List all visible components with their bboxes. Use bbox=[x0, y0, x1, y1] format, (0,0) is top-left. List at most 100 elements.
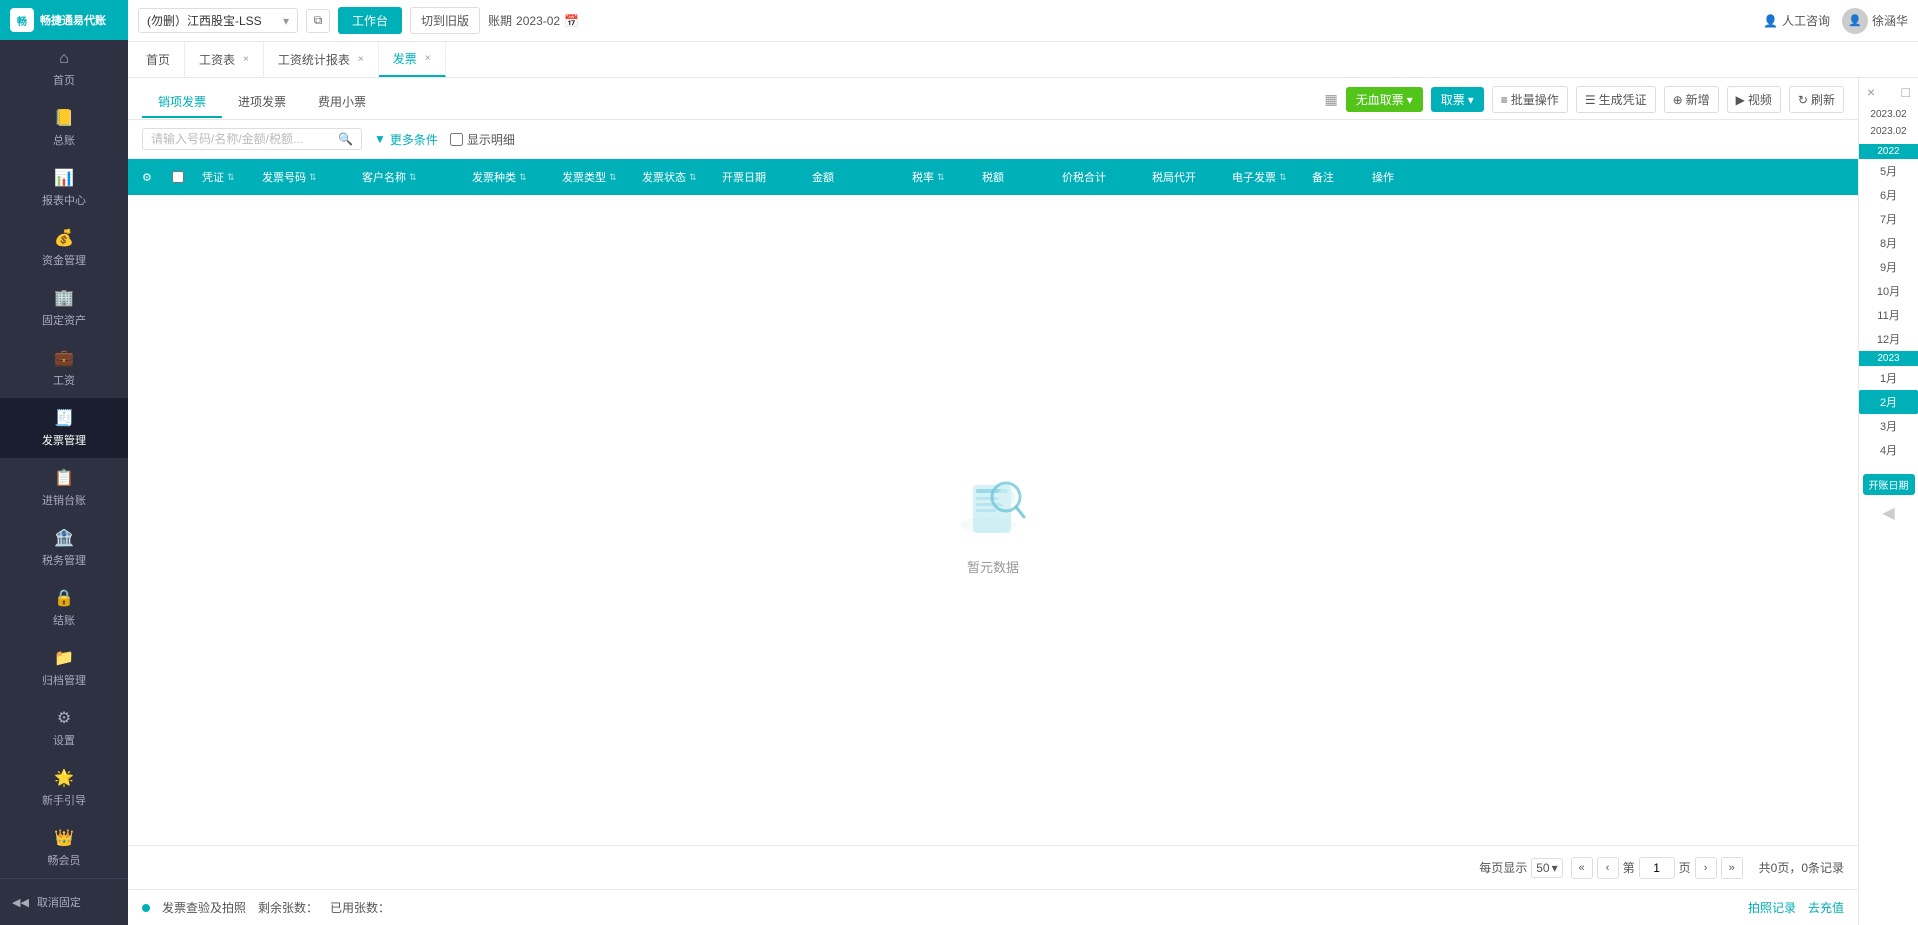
reports-icon: 📊 bbox=[54, 168, 74, 188]
sidebar-item-guide[interactable]: 🌟 新手引导 bbox=[0, 758, 128, 818]
gen-voucher-button[interactable]: ☰ 生成凭证 bbox=[1576, 86, 1656, 113]
sidebar-item-ledger[interactable]: 📒 总账 bbox=[0, 98, 128, 158]
th-open-date: 开票日期 bbox=[716, 169, 806, 185]
user-info[interactable]: 👤 徐涵华 bbox=[1842, 8, 1908, 34]
date-entry-2[interactable]: 2023.02 bbox=[1859, 123, 1918, 140]
sidebar-item-settings[interactable]: ⚙ 设置 bbox=[0, 698, 128, 758]
tab-salary-stat[interactable]: 工资统计报表 × bbox=[264, 42, 379, 77]
th-open-date-label: 开票日期 bbox=[722, 169, 766, 185]
month-2023-4[interactable]: 4月 bbox=[1859, 438, 1918, 462]
panel-nav-icon[interactable]: ◀ bbox=[1882, 503, 1894, 523]
th-tax-rate-sort: ⇅ bbox=[937, 172, 945, 183]
show-detail-input[interactable] bbox=[450, 133, 463, 146]
company-selector[interactable]: (勿删）江西股宝-LSS ▾ bbox=[138, 8, 298, 33]
first-page-button[interactable]: « bbox=[1571, 857, 1593, 879]
sub-tab-sales-label: 销项发票 bbox=[158, 95, 206, 109]
show-detail-checkbox[interactable]: 显示明细 bbox=[450, 131, 515, 148]
switch-button[interactable]: 切到旧版 bbox=[410, 7, 480, 34]
month-2022-9[interactable]: 9月 bbox=[1859, 255, 1918, 279]
copy-button[interactable]: ⧉ bbox=[306, 9, 330, 33]
sidebar-item-assets[interactable]: 🏢 固定资产 bbox=[0, 278, 128, 338]
select-all-checkbox[interactable] bbox=[172, 171, 184, 183]
th-invoice-no-label: 发票号码 bbox=[262, 169, 306, 185]
th-settings[interactable]: ⚙ bbox=[136, 171, 166, 184]
search-input[interactable] bbox=[151, 132, 333, 146]
logo: 畅 畅捷通易代账 bbox=[0, 0, 128, 40]
page-input[interactable] bbox=[1639, 857, 1675, 879]
batch-op-button[interactable]: ≡ 批量操作 bbox=[1492, 86, 1568, 113]
filter-bar: 🔍 ▼ 更多条件 显示明细 bbox=[128, 120, 1858, 159]
recharge-link[interactable]: 去充值 bbox=[1808, 899, 1844, 916]
th-invoice-type-sort: ⇅ bbox=[519, 172, 527, 183]
sidebar-label-ledger: 总账 bbox=[53, 132, 75, 148]
sidebar-item-tax[interactable]: 🏦 税务管理 bbox=[0, 518, 128, 578]
month-2022-8[interactable]: 8月 bbox=[1859, 231, 1918, 255]
date-entry-1[interactable]: 2023.02 bbox=[1859, 106, 1918, 123]
th-tax-rate-label: 税率 bbox=[912, 169, 934, 185]
sidebar-item-sales[interactable]: 📋 进销台账 bbox=[0, 458, 128, 518]
content-area: 销项发票 进项发票 费用小票 ▦ 无血取票 ▾ 取票 ▾ bbox=[128, 78, 1918, 925]
next-page-button[interactable]: › bbox=[1695, 857, 1717, 879]
sidebar-label-home: 首页 bbox=[53, 72, 75, 88]
sidebar-label-member: 畅会员 bbox=[48, 852, 81, 868]
month-2022-10[interactable]: 10月 bbox=[1859, 279, 1918, 303]
support-button[interactable]: 👤 人工咨询 bbox=[1763, 12, 1830, 29]
sub-tab-purchase[interactable]: 进项发票 bbox=[222, 87, 302, 118]
month-2022-11[interactable]: 11月 bbox=[1859, 303, 1918, 327]
th-checkbox[interactable] bbox=[166, 171, 196, 183]
sidebar-item-home[interactable]: ⌂ 首页 bbox=[0, 40, 128, 98]
sidebar-item-archive[interactable]: 📁 归档管理 bbox=[0, 638, 128, 698]
tab-home[interactable]: 首页 bbox=[138, 42, 185, 77]
assets-icon: 🏢 bbox=[54, 288, 74, 308]
th-tax-total-label: 价税合计 bbox=[1062, 169, 1106, 185]
th-customer-sort: ⇅ bbox=[409, 172, 417, 183]
logo-text: 畅捷通易代账 bbox=[40, 12, 106, 28]
last-page-button[interactable]: » bbox=[1721, 857, 1743, 879]
tab-invoice[interactable]: 发票 × bbox=[379, 42, 446, 77]
open-period-button[interactable]: 开账日期 bbox=[1863, 474, 1915, 495]
no-invoice-button[interactable]: 无血取票 ▾ bbox=[1346, 87, 1423, 112]
tab-salary-close[interactable]: × bbox=[243, 54, 249, 65]
tab-salary[interactable]: 工资表 × bbox=[185, 42, 264, 77]
photo-record-link[interactable]: 拍照记录 bbox=[1748, 899, 1796, 916]
right-panel-controls: × □ bbox=[1859, 78, 1918, 106]
sidebar-item-closing[interactable]: 🔒 结账 bbox=[0, 578, 128, 638]
month-2022-6[interactable]: 6月 bbox=[1859, 183, 1918, 207]
right-panel-expand-btn[interactable]: □ bbox=[1898, 82, 1914, 102]
right-panel-close-btn[interactable]: × bbox=[1863, 82, 1879, 102]
refresh-button[interactable]: ↻ 刷新 bbox=[1789, 86, 1844, 113]
grid-view-icon[interactable]: ▦ bbox=[1324, 91, 1337, 108]
get-invoice-button[interactable]: 取票 ▾ bbox=[1431, 87, 1484, 112]
th-invoice-status: 发票状态 ⇅ bbox=[636, 169, 716, 185]
sub-tab-sales[interactable]: 销项发票 bbox=[142, 87, 222, 118]
bottom-bar-left: 发票查验及拍照 剩余张数： 已用张数： bbox=[142, 899, 390, 916]
month-2023-2[interactable]: 2月 bbox=[1859, 390, 1918, 414]
month-2022-5[interactable]: 5月 bbox=[1859, 159, 1918, 183]
more-conditions-button[interactable]: ▼ 更多条件 bbox=[374, 131, 438, 148]
sidebar-item-invoice[interactable]: 🧾 发票管理 bbox=[0, 398, 128, 458]
tab-invoice-close[interactable]: × bbox=[425, 53, 431, 64]
new-button[interactable]: ⊕ 新增 bbox=[1664, 86, 1719, 113]
sidebar-item-member[interactable]: 👑 畅会员 bbox=[0, 818, 128, 878]
prev-page-button[interactable]: ‹ bbox=[1597, 857, 1619, 879]
workspace-button[interactable]: 工作台 bbox=[338, 7, 402, 34]
month-2022-7[interactable]: 7月 bbox=[1859, 207, 1918, 231]
sidebar-label-sales: 进销台账 bbox=[42, 492, 86, 508]
sidebar-label-funds: 资金管理 bbox=[42, 252, 86, 268]
show-detail-label: 显示明细 bbox=[467, 131, 515, 148]
sub-tab-expense[interactable]: 费用小票 bbox=[302, 87, 382, 118]
guide-icon: 🌟 bbox=[54, 768, 74, 788]
month-2022-12[interactable]: 12月 bbox=[1859, 327, 1918, 351]
page-nav: « ‹ 第 页 › » bbox=[1571, 857, 1743, 879]
tab-salary-stat-close[interactable]: × bbox=[358, 54, 364, 65]
per-page-select[interactable]: 50 ▾ bbox=[1531, 858, 1562, 878]
month-2023-1[interactable]: 1月 bbox=[1859, 366, 1918, 390]
sidebar-collapse[interactable]: ◀◀ 取消固定 bbox=[0, 887, 128, 917]
sidebar-item-funds[interactable]: 💰 资金管理 bbox=[0, 218, 128, 278]
gen-voucher-icon: ☰ bbox=[1585, 93, 1596, 107]
video-button[interactable]: ▶ 视频 bbox=[1727, 86, 1781, 113]
sidebar-item-salary[interactable]: 💼 工资 bbox=[0, 338, 128, 398]
collapse-label: 取消固定 bbox=[37, 894, 81, 910]
sidebar-item-reports[interactable]: 📊 报表中心 bbox=[0, 158, 128, 218]
month-2023-3[interactable]: 3月 bbox=[1859, 414, 1918, 438]
